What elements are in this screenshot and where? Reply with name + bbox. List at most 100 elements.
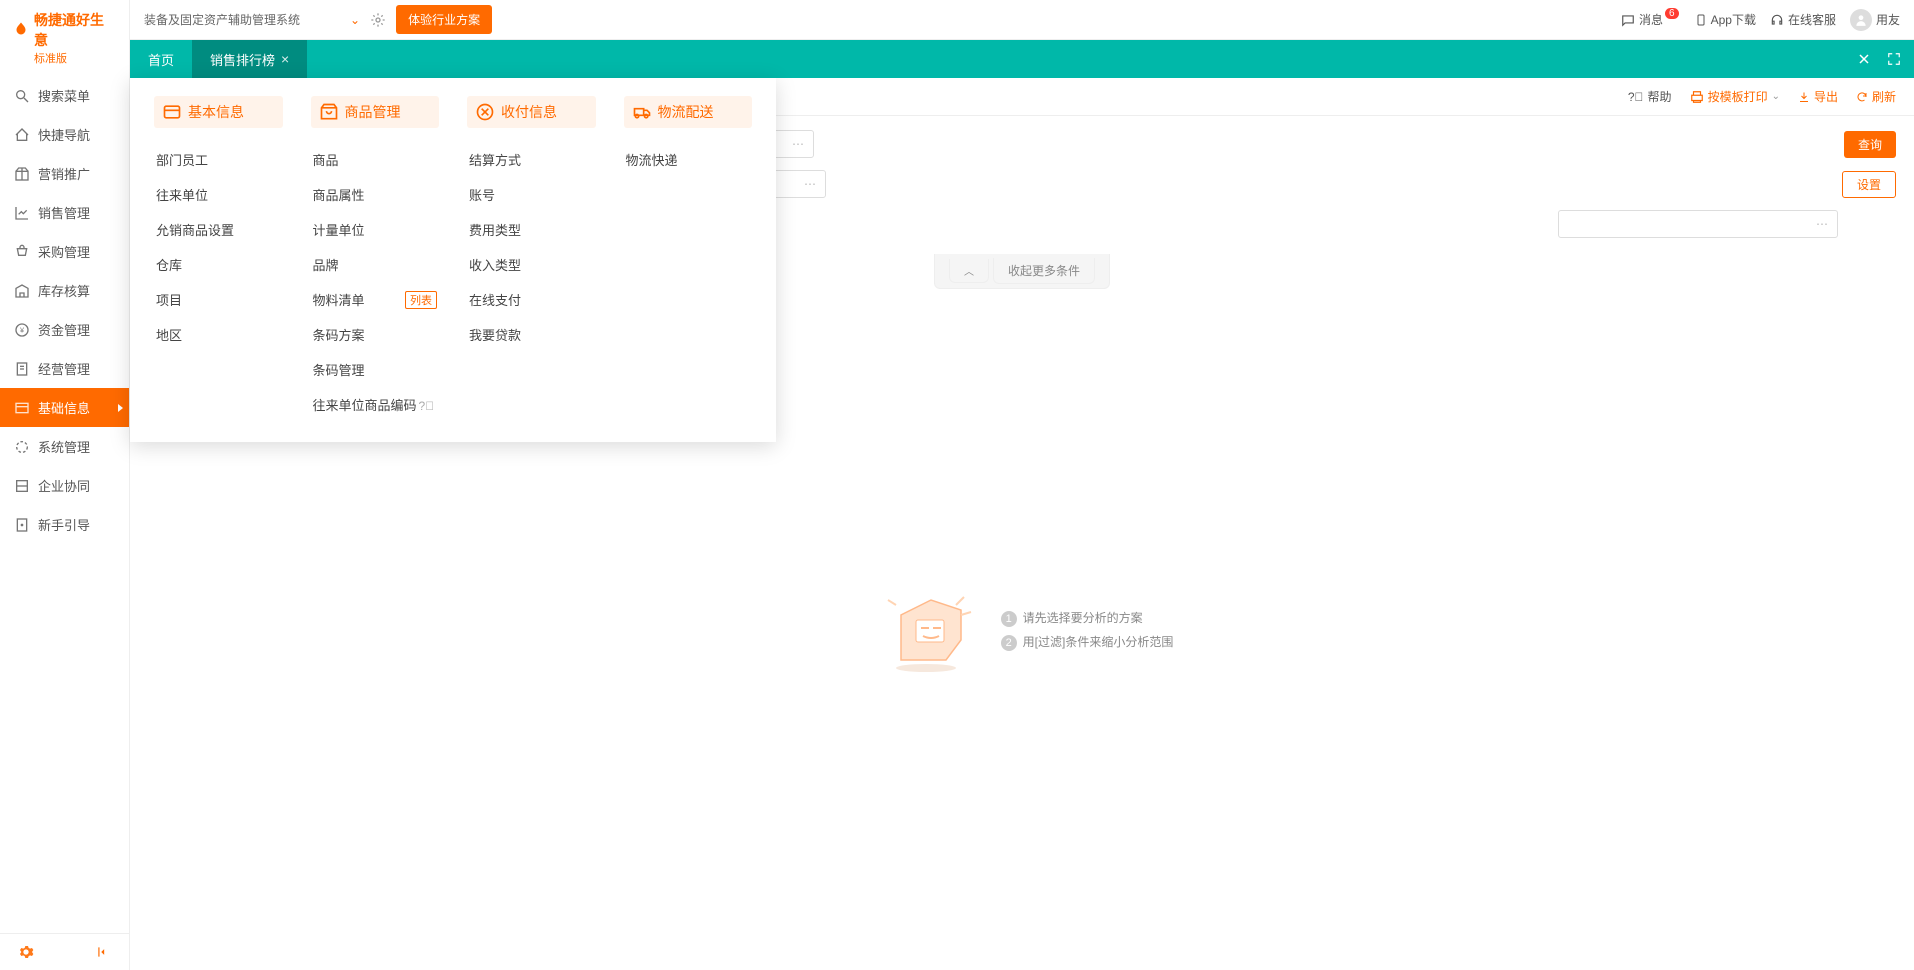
- nav-icon: [14, 439, 30, 455]
- mega-item[interactable]: 收入类型: [467, 247, 596, 282]
- header-gear-icon[interactable]: [370, 12, 386, 28]
- nav-icon: [14, 127, 30, 143]
- mega-item-label: 在线支付: [469, 290, 521, 309]
- app-download-button[interactable]: App下载: [1695, 11, 1756, 28]
- chevron-up-icon: ︿: [949, 259, 989, 283]
- help-hint-icon: ?⃝: [419, 399, 435, 413]
- sidebar-item-4[interactable]: 采购管理: [0, 232, 129, 271]
- mega-item[interactable]: 条码方案: [311, 317, 440, 352]
- sidebar-item-10[interactable]: 企业协同: [0, 466, 129, 505]
- help-button[interactable]: ?⃝帮助: [1628, 88, 1672, 105]
- mega-item[interactable]: 往来单位商品编码?⃝: [311, 387, 440, 422]
- mega-item[interactable]: 物料清单列表: [311, 282, 440, 317]
- mega-head-label: 收付信息: [501, 102, 557, 122]
- refresh-button[interactable]: 刷新: [1856, 88, 1896, 105]
- settings-button[interactable]: 设置: [1842, 171, 1896, 198]
- user-menu[interactable]: 用友: [1850, 9, 1900, 31]
- messages-button[interactable]: 消息 6: [1621, 11, 1681, 28]
- print-template-button[interactable]: 按模板打印⌄: [1690, 88, 1780, 105]
- mega-item[interactable]: 地区: [154, 317, 283, 352]
- sidebar-item-7[interactable]: 经营管理: [0, 349, 129, 388]
- mega-item[interactable]: 仓库: [154, 247, 283, 282]
- fullscreen-icon[interactable]: [1884, 49, 1904, 69]
- list-pill[interactable]: 列表: [405, 291, 437, 309]
- collapse-filters-button[interactable]: ︿收起更多条件: [934, 254, 1110, 289]
- sidebar-item-5[interactable]: 库存核算: [0, 271, 129, 310]
- sidebar-item-1[interactable]: 快捷导航: [0, 115, 129, 154]
- system-selector[interactable]: 装备及固定资产辅助管理系统 ⌄: [144, 11, 360, 28]
- mega-item-label: 地区: [156, 325, 182, 344]
- mega-item[interactable]: 商品: [311, 142, 440, 177]
- mega-item[interactable]: 项目: [154, 282, 283, 317]
- messages-badge: 6: [1665, 8, 1679, 19]
- nav-icon: ¥: [14, 322, 30, 338]
- mega-item-label: 计量单位: [313, 220, 365, 239]
- sidebar-item-label: 销售管理: [38, 203, 90, 222]
- mega-item[interactable]: 允销商品设置: [154, 212, 283, 247]
- mega-item-label: 仓库: [156, 255, 182, 274]
- support-button[interactable]: 在线客服: [1770, 11, 1836, 28]
- sidebar-item-8[interactable]: 基础信息: [0, 388, 129, 427]
- sidebar-item-label: 系统管理: [38, 437, 90, 456]
- mega-item[interactable]: 往来单位: [154, 177, 283, 212]
- nav-icon: [14, 88, 30, 104]
- mega-col-header: 商品管理: [311, 96, 440, 128]
- mega-item[interactable]: 商品属性: [311, 177, 440, 212]
- print-icon: [1690, 90, 1704, 104]
- nav-icon: [14, 478, 30, 494]
- nav-icon: [14, 283, 30, 299]
- tab-1[interactable]: 销售排行榜×: [192, 40, 307, 78]
- settings-gear-icon[interactable]: [18, 944, 34, 960]
- sidebar-item-3[interactable]: 销售管理: [0, 193, 129, 232]
- tab-close-icon[interactable]: ×: [281, 51, 289, 67]
- mega-item-label: 允销商品设置: [156, 220, 234, 239]
- export-button[interactable]: 导出: [1798, 88, 1838, 105]
- mega-item-label: 条码方案: [313, 325, 365, 344]
- sidebar-item-label: 新手引导: [38, 515, 90, 534]
- mega-col-header: 基本信息: [154, 96, 283, 128]
- mega-item-label: 项目: [156, 290, 182, 309]
- mega-item[interactable]: 我要贷款: [467, 317, 596, 352]
- sidebar-item-label: 基础信息: [38, 398, 90, 417]
- sidebar-item-label: 采购管理: [38, 242, 90, 261]
- extra-select[interactable]: ⋯: [1558, 210, 1838, 238]
- avatar-icon: [1850, 9, 1872, 31]
- mega-head-label: 基本信息: [188, 102, 244, 122]
- tab-label: 首页: [148, 50, 174, 69]
- mega-item[interactable]: 计量单位: [311, 212, 440, 247]
- mega-item[interactable]: 物流快递: [624, 142, 753, 177]
- message-icon: [1621, 13, 1635, 27]
- tab-close-all-icon[interactable]: [1854, 49, 1874, 69]
- refresh-label: 刷新: [1872, 88, 1896, 105]
- messages-label: 消息: [1639, 11, 1663, 28]
- empty-step-1: 请先选择要分析的方案: [1023, 611, 1143, 625]
- mega-item[interactable]: 品牌: [311, 247, 440, 282]
- step-2-badge: 2: [1001, 635, 1017, 651]
- mega-item[interactable]: 账号: [467, 177, 596, 212]
- sidebar-item-6[interactable]: ¥资金管理: [0, 310, 129, 349]
- industry-plan-button[interactable]: 体验行业方案: [396, 5, 492, 34]
- mega-item[interactable]: 费用类型: [467, 212, 596, 247]
- brand-name: 畅捷通好生意: [34, 10, 117, 50]
- export-label: 导出: [1814, 88, 1838, 105]
- mega-head-icon: [162, 102, 182, 122]
- mega-item[interactable]: 在线支付: [467, 282, 596, 317]
- sidebar-item-9[interactable]: 系统管理: [0, 427, 129, 466]
- mega-item[interactable]: 条码管理: [311, 352, 440, 387]
- tab-bar: 首页销售排行榜×: [130, 40, 1914, 78]
- mega-item-label: 结算方式: [469, 150, 521, 169]
- nav-icon: [14, 361, 30, 377]
- mega-item[interactable]: 结算方式: [467, 142, 596, 177]
- user-name: 用友: [1876, 11, 1900, 28]
- tab-0[interactable]: 首页: [130, 40, 192, 78]
- mega-item[interactable]: 部门员工: [154, 142, 283, 177]
- sidebar-item-2[interactable]: 营销推广: [0, 154, 129, 193]
- query-button[interactable]: 查询: [1844, 131, 1896, 158]
- sidebar-item-11[interactable]: 新手引导: [0, 505, 129, 544]
- collapse-sidebar-icon[interactable]: [95, 945, 111, 959]
- sidebar-item-0[interactable]: 搜索菜单: [0, 76, 129, 115]
- sidebar-item-label: 企业协同: [38, 476, 90, 495]
- mega-item-label: 收入类型: [469, 255, 521, 274]
- system-selector-label: 装备及固定资产辅助管理系统: [144, 11, 300, 28]
- sidebar-item-label: 快捷导航: [38, 125, 90, 144]
